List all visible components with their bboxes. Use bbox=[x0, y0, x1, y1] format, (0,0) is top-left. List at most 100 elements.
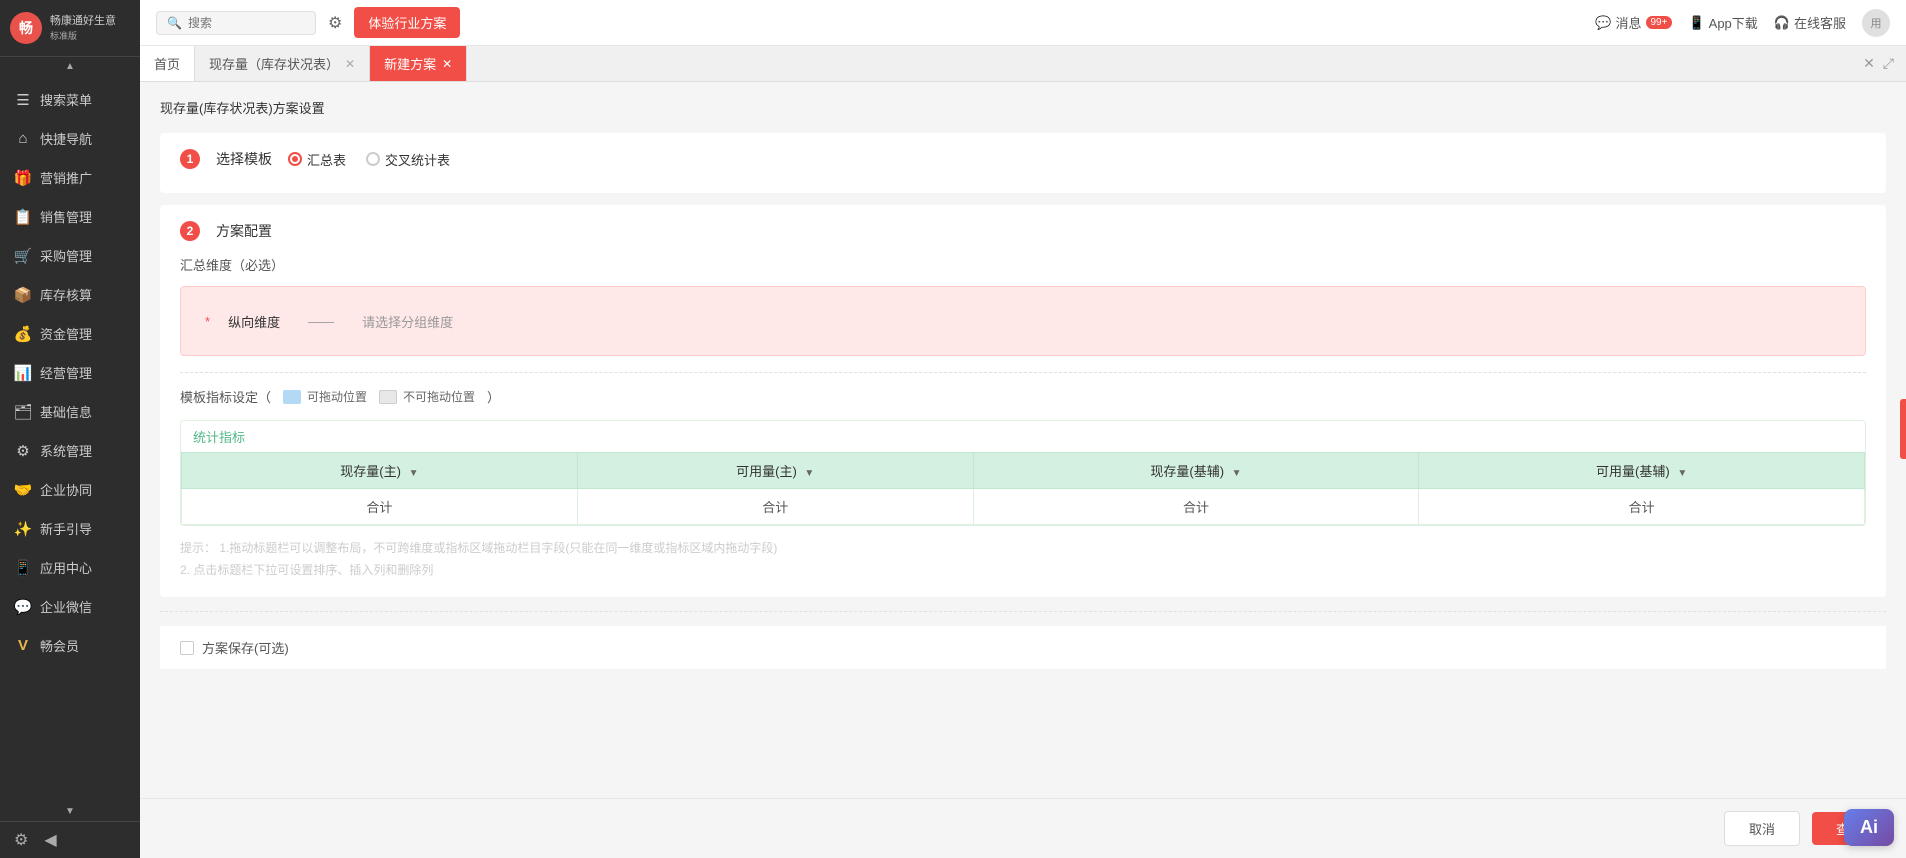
sidebar-item-sales[interactable]: 📋 销售管理 bbox=[0, 197, 140, 236]
trial-btn[interactable]: 体验行业方案 bbox=[354, 7, 460, 38]
stats-table-header-row: 现存量(主) ▼ 可用量(主) ▼ 现存量(基辅) ▼ bbox=[182, 453, 1865, 489]
step2-label: 方案配置 bbox=[216, 221, 272, 241]
guide-icon: ✨ bbox=[14, 520, 32, 538]
footer-actions: 取消 查询 bbox=[140, 798, 1906, 858]
col-header-2[interactable]: 现存量(基辅) ▼ bbox=[973, 453, 1419, 489]
sidebar-item-label: 销售管理 bbox=[40, 207, 92, 226]
page-title: 现存量(库存状况表)方案设置 bbox=[160, 98, 1886, 117]
save-checkbox[interactable] bbox=[180, 641, 194, 655]
tab-inventory-label: 现存量（库存状况表） bbox=[209, 54, 339, 73]
sidebar-item-label: 搜索菜单 bbox=[40, 90, 92, 109]
stats-section: 统计指标 现存量(主) ▼ 可用量(主) ▼ bbox=[180, 420, 1866, 526]
step2-badge: 2 bbox=[180, 221, 200, 241]
tab-home-label: 首页 bbox=[154, 54, 180, 73]
non-draggable-box bbox=[379, 390, 397, 404]
sidebar-item-finance[interactable]: 💰 资金管理 bbox=[0, 314, 140, 353]
sidebar-item-label: 经营管理 bbox=[40, 363, 92, 382]
non-draggable-label: 不可拖动位置 bbox=[403, 388, 475, 405]
ai-badge[interactable]: Ai bbox=[1844, 809, 1894, 846]
finance-icon: 💰 bbox=[14, 325, 32, 343]
sidebar-item-label: 库存核算 bbox=[40, 285, 92, 304]
tab-home[interactable]: 首页 bbox=[140, 46, 195, 81]
radio-cross[interactable]: 交叉统计表 bbox=[366, 150, 450, 169]
col-header-3-label: 可用量(基辅) bbox=[1596, 464, 1670, 479]
right-scroll-indicator[interactable] bbox=[1900, 399, 1906, 459]
scroll-down-btn[interactable]: ▼ bbox=[0, 802, 140, 821]
sidebar-item-search-menu[interactable]: ☰ 搜索菜单 bbox=[0, 80, 140, 119]
scroll-up-btn[interactable]: ▲ bbox=[0, 57, 140, 76]
app-center-icon: 📱 bbox=[14, 559, 32, 577]
col-header-0[interactable]: 现存量(主) ▼ bbox=[182, 453, 578, 489]
template-indicator-close-paren: ） bbox=[487, 387, 500, 406]
collapse-icon: ✕ bbox=[1863, 55, 1875, 72]
messages-btn[interactable]: 💬 消息 99+ bbox=[1595, 13, 1672, 32]
sidebar-item-system[interactable]: ⚙ 系统管理 bbox=[0, 431, 140, 470]
dimension-title: 汇总维度（必选） bbox=[180, 255, 1866, 274]
col-header-3[interactable]: 可用量(基辅) ▼ bbox=[1419, 453, 1865, 489]
radio-summary[interactable]: 汇总表 bbox=[288, 150, 346, 169]
radio-cross-circle bbox=[366, 152, 380, 166]
app-download-btn[interactable]: 📱 App下载 bbox=[1688, 13, 1757, 32]
gear-icon[interactable]: ⚙ bbox=[328, 13, 342, 33]
sidebar-item-label: 系统管理 bbox=[40, 441, 92, 460]
sidebar-item-label: 营销推广 bbox=[40, 168, 92, 187]
step1-label: 选择模板 bbox=[216, 149, 272, 169]
sidebar-nav: ☰ 搜索菜单 ⌂ 快捷导航 🎁 营销推广 📋 销售管理 🛒 采购管理 📦 库存核… bbox=[0, 76, 140, 802]
marketing-icon: 🎁 bbox=[14, 169, 32, 187]
app-name: 畅康通好生意 bbox=[50, 14, 116, 29]
sidebar-item-purchase[interactable]: 🛒 采购管理 bbox=[0, 236, 140, 275]
sidebar-item-base-info[interactable]: 🗂 基础信息 bbox=[0, 392, 140, 431]
col-2-chevron-icon: ▼ bbox=[1232, 468, 1242, 479]
speaker-icon[interactable]: ◀ bbox=[44, 830, 56, 850]
tip-2: 2. 点击标题栏下拉可设置排序、插入列和删除列 bbox=[180, 560, 1866, 582]
search-menu-icon: ☰ bbox=[14, 91, 32, 109]
step1-row: 1 选择模板 汇总表 交叉统计表 bbox=[180, 149, 1866, 169]
customer-service-btn[interactable]: 🎧 在线客服 bbox=[1774, 13, 1846, 32]
cell-1: 合计 bbox=[577, 489, 973, 525]
sidebar-logo: 畅 畅康通好生意 标准版 bbox=[0, 0, 140, 57]
radio-summary-circle bbox=[288, 152, 302, 166]
search-icon: 🔍 bbox=[167, 16, 182, 30]
cancel-button[interactable]: 取消 bbox=[1724, 811, 1800, 846]
sidebar-item-marketing[interactable]: 🎁 营销推广 bbox=[0, 158, 140, 197]
col-0-chevron-icon: ▼ bbox=[409, 468, 419, 479]
customer-service-label: 在线客服 bbox=[1794, 13, 1846, 32]
messages-badge: 99+ bbox=[1646, 16, 1673, 29]
inventory-icon: 📦 bbox=[14, 286, 32, 304]
step2-section: 2 方案配置 汇总维度（必选） * 纵向维度 —— 请选择分组维度 模板指标设定… bbox=[160, 205, 1886, 597]
sidebar-item-label: 基础信息 bbox=[40, 402, 92, 421]
step1-badge: 1 bbox=[180, 149, 200, 169]
wechat-icon: 💬 bbox=[14, 598, 32, 616]
indicator-legend-row: 模板指标设定（ 可拖动位置 不可拖动位置 ） bbox=[180, 387, 1866, 406]
sidebar-item-inventory[interactable]: 📦 库存核算 bbox=[0, 275, 140, 314]
radio-cross-label: 交叉统计表 bbox=[385, 150, 450, 169]
tab-expand-btn[interactable]: ✕ ⤢ bbox=[1851, 55, 1906, 72]
col-1-chevron-icon: ▼ bbox=[804, 468, 814, 479]
sidebar-item-quick-nav[interactable]: ⌂ 快捷导航 bbox=[0, 119, 140, 158]
col-header-1-label: 可用量(主) bbox=[736, 464, 797, 479]
dimension-required-area: * 纵向维度 —— 请选择分组维度 bbox=[180, 286, 1866, 356]
cell-2: 合计 bbox=[973, 489, 1419, 525]
sidebar-item-member[interactable]: V 畅会员 bbox=[0, 626, 140, 665]
col-header-0-label: 现存量(主) bbox=[340, 464, 401, 479]
sidebar-item-app-center[interactable]: 📱 应用中心 bbox=[0, 548, 140, 587]
dimension-placeholder: 请选择分组维度 bbox=[362, 312, 453, 331]
search-input[interactable] bbox=[188, 16, 305, 30]
sidebar-item-contract[interactable]: 🤝 企业协同 bbox=[0, 470, 140, 509]
sidebar-item-label: 企业协同 bbox=[40, 480, 92, 499]
sidebar-item-wechat[interactable]: 💬 企业微信 bbox=[0, 587, 140, 626]
main-area: 🔍 ⚙ 体验行业方案 💬 消息 99+ 📱 App下载 🎧 在线客服 用 首页 bbox=[140, 0, 1906, 858]
search-box[interactable]: 🔍 bbox=[156, 11, 316, 35]
sidebar-item-operation[interactable]: 📊 经营管理 bbox=[0, 353, 140, 392]
avatar[interactable]: 用 bbox=[1862, 9, 1890, 37]
content-area: 现存量(库存状况表)方案设置 1 选择模板 汇总表 交叉统计表 bbox=[140, 82, 1906, 798]
col-header-1[interactable]: 可用量(主) ▼ bbox=[577, 453, 973, 489]
topbar: 🔍 ⚙ 体验行业方案 💬 消息 99+ 📱 App下载 🎧 在线客服 用 bbox=[140, 0, 1906, 46]
tab-new-plan[interactable]: 新建方案 ✕ bbox=[370, 46, 467, 81]
tab-new-plan-close-icon[interactable]: ✕ bbox=[442, 57, 452, 71]
tab-inventory-status[interactable]: 现存量（库存状况表） ✕ bbox=[195, 46, 370, 81]
sidebar-item-guide[interactable]: ✨ 新手引导 bbox=[0, 509, 140, 548]
purchase-icon: 🛒 bbox=[14, 247, 32, 265]
tab-inventory-close-icon[interactable]: ✕ bbox=[345, 57, 355, 71]
settings-icon[interactable]: ⚙ bbox=[14, 830, 28, 850]
